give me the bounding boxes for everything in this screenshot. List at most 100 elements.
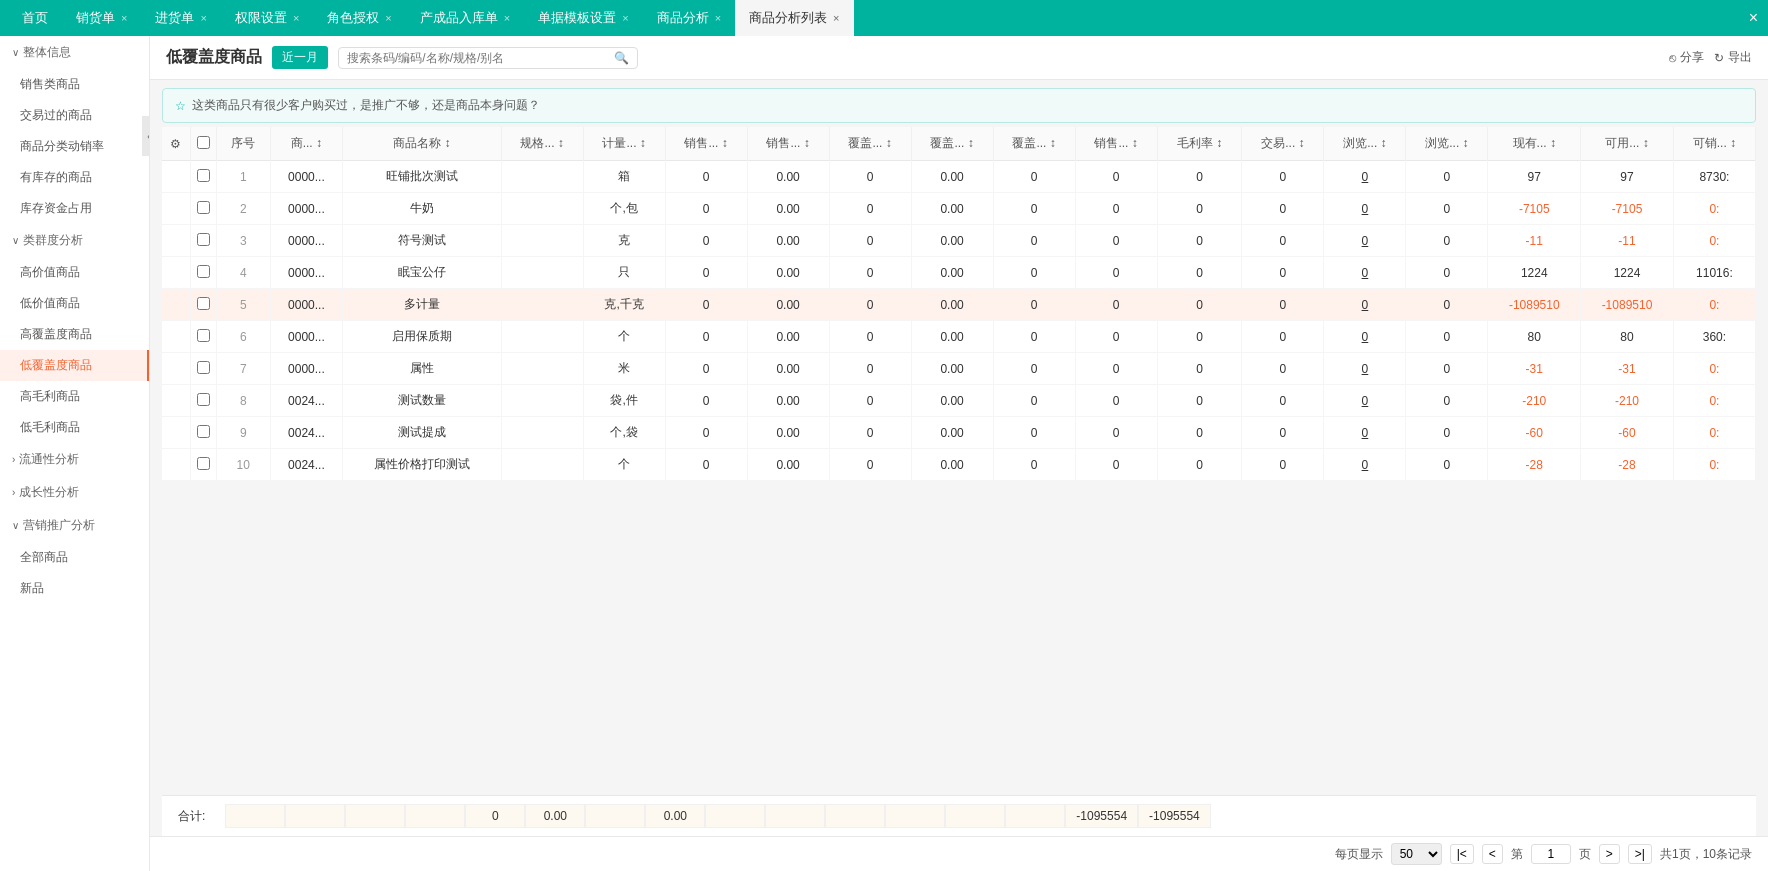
name-column-header[interactable]: 商品名称 ↕ <box>343 127 502 161</box>
sale-amt-column-header[interactable]: 销售... ↕ <box>747 127 829 161</box>
row-checkbox[interactable] <box>197 265 210 278</box>
sidebar-item-category-rate[interactable]: 商品分类动销率 <box>0 131 149 162</box>
search-icon[interactable]: 🔍 <box>614 51 629 65</box>
export-button[interactable]: ↻ 导出 <box>1714 49 1752 66</box>
row-sale3: 0 <box>1075 225 1157 257</box>
settings-column-header[interactable]: ⚙ <box>162 127 190 161</box>
nav-tab-template[interactable]: 单据模板设置 × <box>524 0 642 36</box>
nav-tab-purchase[interactable]: 进货单 × <box>141 0 220 36</box>
select-all-checkbox[interactable] <box>197 136 210 149</box>
row-checkbox[interactable] <box>197 233 210 246</box>
sidebar-item-sales-goods[interactable]: 销售类商品 <box>0 69 149 100</box>
last-page-button[interactable]: >| <box>1628 844 1652 864</box>
row-browse1[interactable]: 0 <box>1324 449 1406 481</box>
next-page-button[interactable]: > <box>1599 844 1620 864</box>
row-checkbox[interactable] <box>197 425 210 438</box>
row-browse1[interactable]: 0 <box>1324 225 1406 257</box>
nav-tab-product-stock[interactable]: 产成品入库单 × <box>406 0 524 36</box>
close-icon[interactable]: × <box>504 12 510 24</box>
per-page-select[interactable]: 50 100 200 <box>1391 843 1442 865</box>
page-input[interactable] <box>1531 844 1571 864</box>
sidebar-section-growth[interactable]: › 成长性分析 <box>0 476 149 509</box>
row-checkbox-cell[interactable] <box>190 193 216 225</box>
close-icon[interactable]: × <box>385 12 391 24</box>
sidebar-section-overall[interactable]: ∨ 整体信息 <box>0 36 149 69</box>
row-checkbox[interactable] <box>197 297 210 310</box>
close-icon[interactable]: × <box>833 12 839 24</box>
sidebar-item-all-goods[interactable]: 全部商品 <box>0 542 149 573</box>
row-browse1[interactable]: 0 <box>1324 417 1406 449</box>
row-checkbox[interactable] <box>197 361 210 374</box>
browse1-column-header[interactable]: 浏览... ↕ <box>1324 127 1406 161</box>
search-input[interactable] <box>347 51 614 65</box>
row-browse1[interactable]: 0 <box>1324 161 1406 193</box>
row-checkbox-cell[interactable] <box>190 321 216 353</box>
sale-qty-column-header[interactable]: 销售... ↕ <box>665 127 747 161</box>
share-button[interactable]: ⎋ 分享 <box>1669 49 1704 66</box>
row-checkbox[interactable] <box>197 393 210 406</box>
sidebar-item-low-margin[interactable]: 低毛利商品 <box>0 412 149 443</box>
sidebar-item-high-value[interactable]: 高价值商品 <box>0 257 149 288</box>
close-icon[interactable]: × <box>622 12 628 24</box>
nav-tab-analysis-list[interactable]: 商品分析列表 × <box>735 0 853 36</box>
nav-tab-sales[interactable]: 销货单 × <box>62 0 141 36</box>
sale3-column-header[interactable]: 销售... ↕ <box>1075 127 1157 161</box>
cover1-column-header[interactable]: 覆盖... ↕ <box>829 127 911 161</box>
sidebar-item-high-margin[interactable]: 高毛利商品 <box>0 381 149 412</box>
row-checkbox-cell[interactable] <box>190 385 216 417</box>
nav-tab-analysis[interactable]: 商品分析 × <box>643 0 735 36</box>
unit-column-header[interactable]: 计量... ↕ <box>583 127 665 161</box>
row-checkbox-cell[interactable] <box>190 449 216 481</box>
row-checkbox[interactable] <box>197 457 210 470</box>
row-browse1[interactable]: 0 <box>1324 321 1406 353</box>
nav-tab-permissions[interactable]: 权限设置 × <box>221 0 313 36</box>
row-checkbox[interactable] <box>197 169 210 182</box>
sidebar-section-cluster[interactable]: ∨ 类群度分析 <box>0 224 149 257</box>
stock1-column-header[interactable]: 现有... ↕ <box>1488 127 1581 161</box>
row-browse1[interactable]: 0 <box>1324 385 1406 417</box>
window-close-button[interactable]: × <box>1749 9 1758 27</box>
nav-tab-roles[interactable]: 角色授权 × <box>313 0 405 36</box>
row-browse1[interactable]: 0 <box>1324 289 1406 321</box>
sidebar-item-low-coverage[interactable]: 低覆盖度商品 <box>0 350 149 381</box>
row-checkbox-cell[interactable] <box>190 289 216 321</box>
sidebar-item-new-goods[interactable]: 新品 <box>0 573 149 604</box>
code-column-header[interactable]: 商... ↕ <box>270 127 342 161</box>
close-icon[interactable]: × <box>293 12 299 24</box>
prev-page-button[interactable]: < <box>1482 844 1503 864</box>
sidebar-item-traded-goods[interactable]: 交易过的商品 <box>0 100 149 131</box>
close-icon[interactable]: × <box>715 12 721 24</box>
cover2-column-header[interactable]: 覆盖... ↕ <box>911 127 993 161</box>
row-browse1[interactable]: 0 <box>1324 353 1406 385</box>
row-checkbox[interactable] <box>197 201 210 214</box>
row-browse1[interactable]: 0 <box>1324 193 1406 225</box>
margin-column-header[interactable]: 毛利率 ↕ <box>1157 127 1242 161</box>
sidebar-item-stock-goods[interactable]: 有库存的商品 <box>0 162 149 193</box>
checkbox-column-header[interactable] <box>190 127 216 161</box>
row-checkbox-cell[interactable] <box>190 417 216 449</box>
row-checkbox-cell[interactable] <box>190 225 216 257</box>
sidebar-item-stock-capital[interactable]: 库存资金占用 <box>0 193 149 224</box>
first-page-button[interactable]: |< <box>1450 844 1474 864</box>
stock3-column-header[interactable]: 可销... ↕ <box>1673 127 1755 161</box>
row-checkbox-cell[interactable] <box>190 353 216 385</box>
time-filter-button[interactable]: 近一月 <box>272 46 328 69</box>
sidebar-item-low-value[interactable]: 低价值商品 <box>0 288 149 319</box>
stock2-column-header[interactable]: 可用... ↕ <box>1581 127 1674 161</box>
sidebar-item-high-coverage[interactable]: 高覆盖度商品 <box>0 319 149 350</box>
close-icon[interactable]: × <box>200 12 206 24</box>
spec-column-header[interactable]: 规格... ↕ <box>501 127 583 161</box>
nav-tab-home[interactable]: 首页 <box>8 0 62 36</box>
table-row: 5 0000... 多计量 克,千克 0 0.00 0 0.00 0 0 0 0… <box>162 289 1756 321</box>
row-browse1[interactable]: 0 <box>1324 257 1406 289</box>
close-icon[interactable]: × <box>121 12 127 24</box>
row-checkbox-cell[interactable] <box>190 257 216 289</box>
browse2-column-header[interactable]: 浏览... ↕ <box>1406 127 1488 161</box>
row-checkbox-cell[interactable] <box>190 161 216 193</box>
sidebar-section-liquidity[interactable]: › 流通性分析 <box>0 443 149 476</box>
cover3-column-header[interactable]: 覆盖... ↕ <box>993 127 1075 161</box>
trade-column-header[interactable]: 交易... ↕ <box>1242 127 1324 161</box>
row-checkbox[interactable] <box>197 329 210 342</box>
sidebar-section-marketing[interactable]: ∨ 营销推广分析 <box>0 509 149 542</box>
sidebar-collapse-button[interactable]: « <box>142 116 150 156</box>
